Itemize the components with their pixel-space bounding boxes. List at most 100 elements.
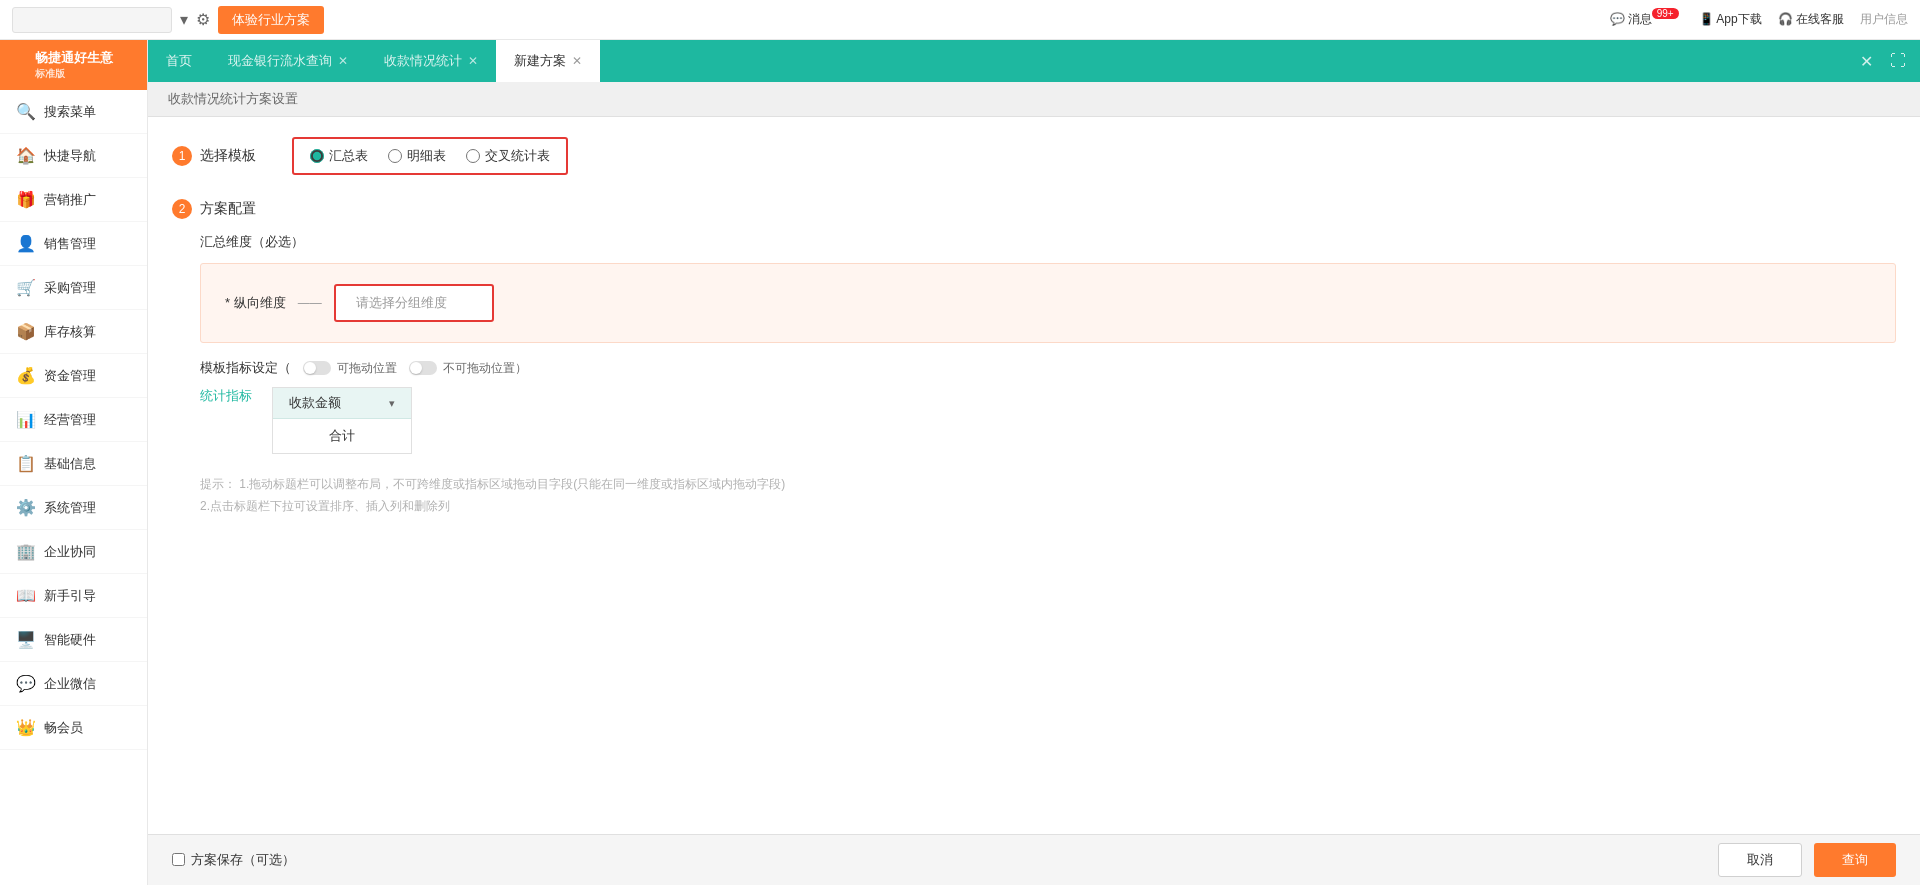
- content-area: 首页 现金银行流水查询 ✕ 收款情况统计 ✕ 新建方案 ✕ ✕ ⛶ 收款情况统计…: [148, 40, 1920, 885]
- bottom-bar: 方案保存（可选） 取消 查询: [148, 834, 1920, 884]
- tab-close-newplan[interactable]: ✕: [572, 54, 582, 68]
- indicator-table-area: 统计指标 收款金额 ▾ 合计: [200, 387, 1896, 454]
- sidebar-item-smarthw[interactable]: 🖥️ 智能硬件: [0, 618, 147, 662]
- radio-detail-input[interactable]: [388, 149, 402, 163]
- row-dimension-label: * 纵向维度: [225, 294, 286, 312]
- tab-cash-query[interactable]: 现金银行流水查询 ✕: [210, 40, 366, 82]
- page-breadcrumb: 收款情况统计方案设置: [148, 82, 1920, 117]
- section2-title: 方案配置: [200, 200, 256, 218]
- industry-btn[interactable]: 体验行业方案: [218, 6, 324, 34]
- config-body: 汇总维度（必选） * 纵向维度 —— 请选择分组维度: [200, 233, 1896, 517]
- clipboard-icon: 📋: [16, 454, 36, 473]
- chart-icon: 📊: [16, 410, 36, 429]
- sidebar-item-purchase[interactable]: 🛒 采购管理: [0, 266, 147, 310]
- save-checkbox-label[interactable]: 方案保存（可选）: [172, 851, 295, 869]
- dimension-required-label: 汇总维度（必选）: [200, 233, 1896, 251]
- sidebar-logo: 畅捷通好生意 标准版: [0, 40, 147, 90]
- page-body: 1 选择模板 汇总表 明细表: [148, 117, 1920, 834]
- home-icon: 🏠: [16, 146, 36, 165]
- monitor-icon: 🖥️: [16, 630, 36, 649]
- section2-num: 2: [172, 199, 192, 219]
- chevron-down-icon[interactable]: ▾: [389, 397, 395, 410]
- section1-header: 1 选择模板 汇总表 明细表: [172, 137, 1896, 175]
- building-icon: 🏢: [16, 542, 36, 561]
- search-input[interactable]: [12, 7, 172, 33]
- sidebar-item-enterprise[interactable]: 🏢 企业协同: [0, 530, 147, 574]
- sidebar-label: 系统管理: [44, 499, 96, 517]
- user-info: 用户信息: [1860, 11, 1908, 28]
- sidebar-label: 基础信息: [44, 455, 96, 473]
- query-button[interactable]: 查询: [1814, 843, 1896, 877]
- sidebar-item-finance[interactable]: 💰 资金管理: [0, 354, 147, 398]
- section2-header: 2 方案配置: [172, 199, 1896, 219]
- service-area[interactable]: 🎧 在线客服: [1778, 11, 1844, 28]
- sidebar-item-basicinfo[interactable]: 📋 基础信息: [0, 442, 147, 486]
- bottom-right-btns: 取消 查询: [1718, 843, 1896, 877]
- sidebar-label: 快捷导航: [44, 147, 96, 165]
- money-icon: 💰: [16, 366, 36, 385]
- indicator-group-label: 统计指标: [200, 387, 252, 454]
- tab-bar-right: ✕ ⛶: [1852, 47, 1920, 75]
- section1-title: 选择模板: [200, 147, 256, 165]
- sidebar-item-weichat[interactable]: 💬 企业微信: [0, 662, 147, 706]
- sidebar-label: 销售管理: [44, 235, 96, 253]
- top-header: ▾ ⚙ 体验行业方案 💬 消息 99+ 📱 App下载 🎧 在线客服 用户信息: [0, 0, 1920, 40]
- radio-summary[interactable]: 汇总表: [310, 147, 368, 165]
- dimension-select[interactable]: 请选择分组维度: [334, 284, 494, 322]
- sidebar-label: 库存核算: [44, 323, 96, 341]
- toggle-notdraggable-btn[interactable]: [409, 361, 437, 375]
- gear-button[interactable]: ⚙: [196, 10, 210, 29]
- sidebar-item-operation[interactable]: 📊 经营管理: [0, 398, 147, 442]
- hints-area: 提示： 1.拖动标题栏可以调整布局，不可跨维度或指标区域拖动目字段(只能在同一维…: [200, 474, 1896, 517]
- radio-cross-input[interactable]: [466, 149, 480, 163]
- dropdown-button[interactable]: ▾: [180, 10, 188, 29]
- sidebar-item-quicknav[interactable]: 🏠 快捷导航: [0, 134, 147, 178]
- sidebar-item-system[interactable]: ⚙️ 系统管理: [0, 486, 147, 530]
- dimension-area: * 纵向维度 —— 请选择分组维度: [200, 263, 1896, 343]
- toggle-knob: [304, 362, 316, 374]
- tab-close-cash[interactable]: ✕: [338, 54, 348, 68]
- download-area[interactable]: 📱 App下载: [1699, 11, 1762, 28]
- save-checkbox[interactable]: [172, 853, 185, 866]
- sidebar-item-member[interactable]: 👑 畅会员: [0, 706, 147, 750]
- notification-badge: 99+: [1652, 8, 1679, 19]
- tab-collection-stat[interactable]: 收款情况统计 ✕: [366, 40, 496, 82]
- radio-cross[interactable]: 交叉统计表: [466, 147, 550, 165]
- cart-icon: 🛒: [16, 278, 36, 297]
- toggle-draggable[interactable]: 可拖动位置: [303, 360, 397, 377]
- sidebar-label: 畅会员: [44, 719, 83, 737]
- tab-maximize-btn[interactable]: ⛶: [1884, 47, 1912, 75]
- sidebar-item-inventory[interactable]: 📦 库存核算: [0, 310, 147, 354]
- tab-home[interactable]: 首页: [148, 40, 210, 82]
- sidebar-item-marketing[interactable]: 🎁 营销推广: [0, 178, 147, 222]
- page-content: 收款情况统计方案设置 1 选择模板 汇总表: [148, 82, 1920, 885]
- toggle-draggable-btn[interactable]: [303, 361, 331, 375]
- tab-close-all-btn[interactable]: ✕: [1852, 47, 1880, 75]
- tab-close-collection[interactable]: ✕: [468, 54, 478, 68]
- box-icon: 📦: [16, 322, 36, 341]
- tab-bar: 首页 现金银行流水查询 ✕ 收款情况统计 ✕ 新建方案 ✕ ✕ ⛶: [148, 40, 1920, 82]
- indicator-table-cell: 合计: [273, 419, 411, 453]
- sidebar-label: 智能硬件: [44, 631, 96, 649]
- hint2: 2.点击标题栏下拉可设置排序、插入列和删除列: [200, 496, 1896, 518]
- indicator-header: 模板指标设定（ 可拖动位置: [200, 359, 1896, 377]
- config-section: 2 方案配置 汇总维度（必选） * 纵向维度 —— 请选择: [172, 199, 1896, 517]
- sidebar-label: 经营管理: [44, 411, 96, 429]
- notification-area[interactable]: 💬 消息 99+: [1610, 11, 1683, 28]
- arrow-line: ——: [298, 296, 322, 310]
- sidebar-label: 企业协同: [44, 543, 96, 561]
- toggle-not-draggable[interactable]: 不可拖动位置）: [409, 360, 527, 377]
- gear-icon: ⚙️: [16, 498, 36, 517]
- tab-new-plan[interactable]: 新建方案 ✕: [496, 40, 600, 82]
- main-layout: 畅捷通好生意 标准版 🔍 搜索菜单 🏠 快捷导航 🎁 营销推广 👤 销售管理 🛒…: [0, 40, 1920, 885]
- radio-summary-input[interactable]: [310, 149, 324, 163]
- chat-icon: 💬: [16, 674, 36, 693]
- sidebar-item-guide[interactable]: 📖 新手引导: [0, 574, 147, 618]
- crown-icon: 👑: [16, 718, 36, 737]
- dimension-row: * 纵向维度 —— 请选择分组维度: [225, 284, 1871, 322]
- sidebar-item-sales[interactable]: 👤 销售管理: [0, 222, 147, 266]
- radio-detail[interactable]: 明细表: [388, 147, 446, 165]
- cancel-button[interactable]: 取消: [1718, 843, 1802, 877]
- search-icon: 🔍: [16, 102, 36, 121]
- sidebar-item-search[interactable]: 🔍 搜索菜单: [0, 90, 147, 134]
